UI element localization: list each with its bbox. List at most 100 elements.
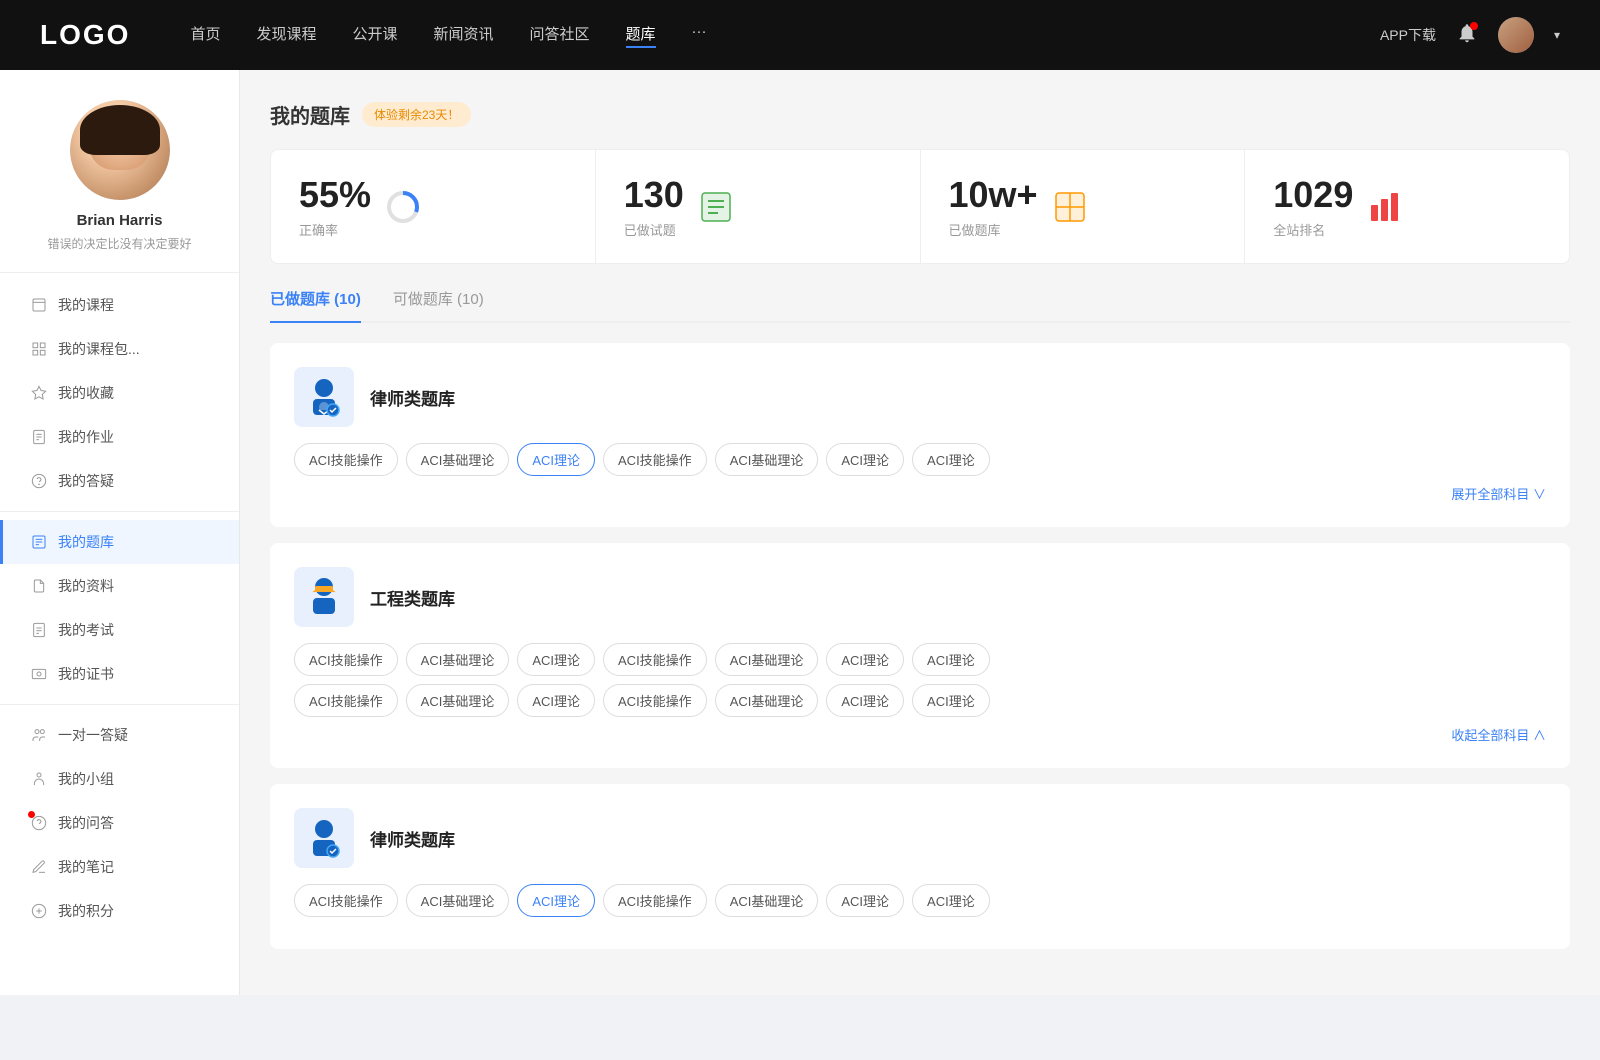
nav-quiz[interactable]: 题库 xyxy=(626,23,656,48)
tag-3-4[interactable]: ACI基础理论 xyxy=(715,884,819,917)
tag-1-3[interactable]: ACI技能操作 xyxy=(603,443,707,476)
stat-ranking: 1029 全站排名 xyxy=(1245,150,1569,263)
sidebar-item-homework[interactable]: 我的作业 xyxy=(0,415,239,459)
nav-menu: 首页 发现课程 公开课 新闻资讯 问答社区 题库 ··· xyxy=(190,23,1380,48)
tag-3-2[interactable]: ACI理论 xyxy=(517,884,595,917)
lawyer-icon-1 xyxy=(294,367,354,427)
sidebar-item-group[interactable]: 我的小组 xyxy=(0,757,239,801)
tag-2-2[interactable]: ACI理论 xyxy=(517,643,595,676)
stat-label-accuracy: 正确率 xyxy=(299,220,371,239)
quiz-section-header-1: 律师类题库 xyxy=(294,367,1546,427)
notification-bell[interactable] xyxy=(1456,22,1478,49)
stat-label-done: 已做试题 xyxy=(624,220,684,239)
tag-2-1[interactable]: ACI基础理论 xyxy=(406,643,510,676)
nav-qa[interactable]: 问答社区 xyxy=(530,23,590,48)
tag-3-0[interactable]: ACI技能操作 xyxy=(294,884,398,917)
quiz-title-1: 律师类题库 xyxy=(370,385,455,410)
stat-value-quiz: 10w+ xyxy=(949,174,1038,216)
list-icon xyxy=(698,189,734,225)
tag-3-3[interactable]: ACI技能操作 xyxy=(603,884,707,917)
nav-open-course[interactable]: 公开课 xyxy=(352,23,397,48)
app-download[interactable]: APP下载 xyxy=(1380,25,1436,45)
notification-dot xyxy=(1470,22,1478,30)
logo: LOGO xyxy=(40,19,130,51)
tag-1-6[interactable]: ACI理论 xyxy=(912,443,990,476)
user-avatar-nav[interactable] xyxy=(1498,17,1534,53)
cert-icon xyxy=(30,665,48,683)
tag-1-4[interactable]: ACI基础理论 xyxy=(715,443,819,476)
tag-2b-4[interactable]: ACI基础理论 xyxy=(715,684,819,717)
stat-done-quiz: 10w+ 已做题库 xyxy=(921,150,1246,263)
stat-label-ranking: 全站排名 xyxy=(1273,220,1353,239)
pie-chart-icon xyxy=(385,189,421,225)
tag-2-3[interactable]: ACI技能操作 xyxy=(603,643,707,676)
bar-chart-icon xyxy=(1367,189,1403,225)
trial-badge: 体验剩余23天！ xyxy=(362,102,471,127)
nav-news[interactable]: 新闻资讯 xyxy=(434,23,494,48)
stats-row: 55% 正确率 130 已做试题 xyxy=(270,149,1570,264)
tag-2-0[interactable]: ACI技能操作 xyxy=(294,643,398,676)
lawyer-icon-2 xyxy=(294,808,354,868)
nav-more[interactable]: ··· xyxy=(692,23,707,48)
collapse-link-2[interactable]: 收起全部科目 ∧ xyxy=(294,725,1546,744)
sidebar-item-package[interactable]: 我的课程包... xyxy=(0,327,239,371)
user-profile: Brian Harris 错误的决定比没有决定要好 xyxy=(0,100,239,273)
sidebar-menu: 我的课程 我的课程包... 我的收藏 我的作业 xyxy=(0,283,239,933)
sidebar-item-quiz[interactable]: 我的题库 xyxy=(0,520,239,564)
navbar-right: APP下载 ▾ xyxy=(1380,17,1560,53)
tag-1-1[interactable]: ACI基础理论 xyxy=(406,443,510,476)
tag-1-2[interactable]: ACI理论 xyxy=(517,443,595,476)
avatar-image xyxy=(70,100,170,200)
tag-3-6[interactable]: ACI理论 xyxy=(912,884,990,917)
sidebar-item-data[interactable]: 我的资料 xyxy=(0,564,239,608)
nav-home[interactable]: 首页 xyxy=(190,23,220,48)
page-title: 我的题库 xyxy=(270,100,350,129)
user-motto: 错误的决定比没有决定要好 xyxy=(47,235,191,252)
divider-2 xyxy=(0,704,239,705)
quiz-section-lawyer-1: 律师类题库 ACI技能操作 ACI基础理论 ACI理论 ACI技能操作 ACI基… xyxy=(270,343,1570,527)
stat-value-accuracy: 55% xyxy=(299,174,371,216)
course-icon xyxy=(30,296,48,314)
tag-2b-2[interactable]: ACI理论 xyxy=(517,684,595,717)
tag-2-6[interactable]: ACI理论 xyxy=(912,643,990,676)
tag-2b-0[interactable]: ACI技能操作 xyxy=(294,684,398,717)
tags-row-3: ACI技能操作 ACI基础理论 ACI理论 ACI技能操作 ACI基础理论 AC… xyxy=(294,884,1546,917)
tag-2b-5[interactable]: ACI理论 xyxy=(826,684,904,717)
package-icon xyxy=(30,340,48,358)
note-icon xyxy=(30,858,48,876)
tag-1-5[interactable]: ACI理论 xyxy=(826,443,904,476)
tag-2b-1[interactable]: ACI基础理论 xyxy=(406,684,510,717)
sidebar-item-favorites[interactable]: 我的收藏 xyxy=(0,371,239,415)
tag-1-0[interactable]: ACI技能操作 xyxy=(294,443,398,476)
group-icon xyxy=(30,770,48,788)
tags-row-2b: ACI技能操作 ACI基础理论 ACI理论 ACI技能操作 ACI基础理论 AC… xyxy=(294,684,1546,717)
tag-2-5[interactable]: ACI理论 xyxy=(826,643,904,676)
tag-2-4[interactable]: ACI基础理论 xyxy=(715,643,819,676)
user-avatar xyxy=(70,100,170,200)
quiz-title-3: 律师类题库 xyxy=(370,826,455,851)
tag-2b-6[interactable]: ACI理论 xyxy=(912,684,990,717)
sidebar-item-course[interactable]: 我的课程 xyxy=(0,283,239,327)
star-icon xyxy=(30,384,48,402)
navbar: LOGO 首页 发现课程 公开课 新闻资讯 问答社区 题库 ··· APP下载 … xyxy=(0,0,1600,70)
tab-available[interactable]: 可做题库 (10) xyxy=(393,288,484,321)
qa-icon xyxy=(30,472,48,490)
nav-discover[interactable]: 发现课程 xyxy=(256,23,316,48)
tab-done[interactable]: 已做题库 (10) xyxy=(270,288,361,321)
sidebar-item-cert[interactable]: 我的证书 xyxy=(0,652,239,696)
tag-3-1[interactable]: ACI基础理论 xyxy=(406,884,510,917)
user-dropdown-arrow[interactable]: ▾ xyxy=(1554,28,1560,42)
sidebar-item-points[interactable]: 我的积分 xyxy=(0,889,239,933)
tag-2b-3[interactable]: ACI技能操作 xyxy=(603,684,707,717)
tag-3-5[interactable]: ACI理论 xyxy=(826,884,904,917)
oneone-icon xyxy=(30,726,48,744)
sidebar-item-notes[interactable]: 我的笔记 xyxy=(0,845,239,889)
expand-link-1[interactable]: 展开全部科目 ∨ xyxy=(294,484,1546,503)
sidebar-item-exam[interactable]: 我的考试 xyxy=(0,608,239,652)
sidebar-item-qanda[interactable]: 我的问答 xyxy=(0,801,239,845)
sidebar-item-oneone[interactable]: 一对一答疑 xyxy=(0,713,239,757)
homework-icon xyxy=(30,428,48,446)
quiz-section-header-3: 律师类题库 xyxy=(294,808,1546,868)
sidebar-item-qa[interactable]: 我的答疑 xyxy=(0,459,239,503)
stat-accuracy: 55% 正确率 xyxy=(271,150,596,263)
